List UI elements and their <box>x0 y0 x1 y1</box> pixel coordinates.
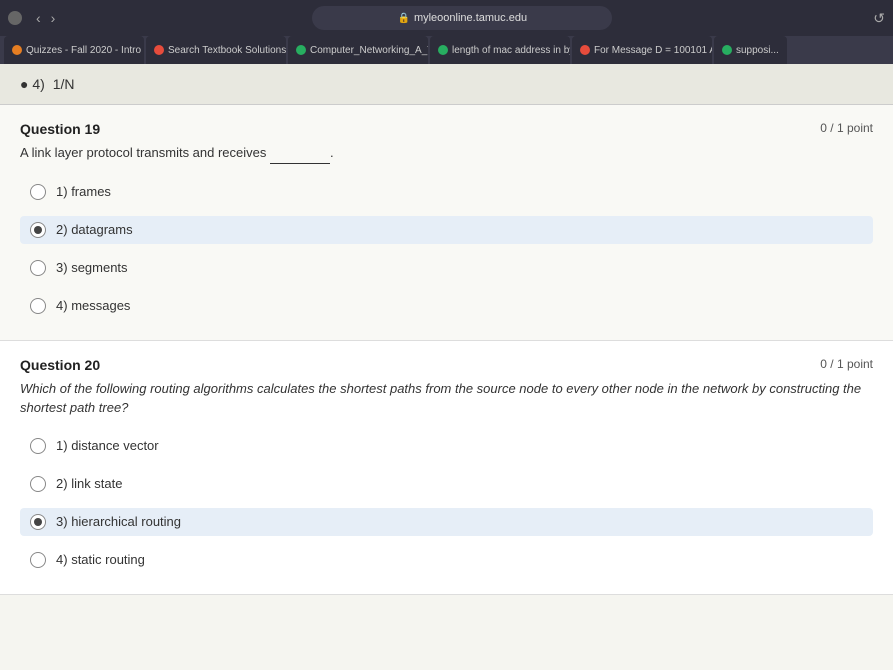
question-20-options: 1) distance vector 2) link state 3) hier… <box>20 432 873 574</box>
q20-radio-3-dot <box>34 518 42 526</box>
question-19-options: 1) frames 2) datagrams 3) segments 4) me… <box>20 178 873 320</box>
prev-answer-number: ● <box>20 76 32 92</box>
q20-option-1-label: 1) distance vector <box>56 438 159 453</box>
tabs-bar: Quizzes - Fall 2020 - Intro to C... Sear… <box>0 36 893 64</box>
tab-message-d[interactable]: For Message D = 100101 And G... <box>572 36 712 64</box>
tab-networking[interactable]: Computer_Networking_A_Top-... <box>288 36 428 64</box>
question-19-header: Question 19 0 / 1 point <box>20 121 873 137</box>
tab-icon-mac <box>438 45 448 55</box>
browser-bar: ‹ › 🔒 myleoonline.tamuc.edu ↺ <box>0 0 893 36</box>
q19-option-3[interactable]: 3) segments <box>20 254 873 282</box>
tab-search-textbook[interactable]: Search Textbook Solutions | Ch... <box>146 36 286 64</box>
q20-radio-4[interactable] <box>30 552 46 568</box>
previous-answer: ● 4) 1/N <box>0 64 893 105</box>
q20-option-3[interactable]: 3) hierarchical routing <box>20 508 873 536</box>
q19-radio-4[interactable] <box>30 298 46 314</box>
refresh-button[interactable]: ↺ <box>873 10 885 27</box>
q19-radio-2-dot <box>34 226 42 234</box>
nav-forward[interactable]: › <box>51 10 56 26</box>
nav-back[interactable]: ‹ <box>36 10 41 26</box>
q19-radio-2[interactable] <box>30 222 46 238</box>
q19-option-4[interactable]: 4) messages <box>20 292 873 320</box>
q20-radio-1[interactable] <box>30 438 46 454</box>
tab-icon-search <box>154 45 164 55</box>
question-20-text: Which of the following routing algorithm… <box>20 379 873 418</box>
q19-option-4-label: 4) messages <box>56 298 130 313</box>
tab-supposi[interactable]: supposi... <box>714 36 787 64</box>
question-20-header: Question 20 0 / 1 point <box>20 357 873 373</box>
content-area: ● 4) 1/N Question 19 0 / 1 point A link … <box>0 64 893 670</box>
prev-answer-number-label: 4) <box>32 76 44 92</box>
q19-option-3-label: 3) segments <box>56 260 128 275</box>
question-19-block: Question 19 0 / 1 point A link layer pro… <box>0 105 893 341</box>
q19-radio-3[interactable] <box>30 260 46 276</box>
tab-quizzes[interactable]: Quizzes - Fall 2020 - Intro to C... <box>4 36 144 64</box>
q19-option-1-label: 1) frames <box>56 184 111 199</box>
q20-option-3-label: 3) hierarchical routing <box>56 514 181 529</box>
q19-radio-1[interactable] <box>30 184 46 200</box>
window-btn-close <box>8 11 22 25</box>
q19-option-2[interactable]: 2) datagrams <box>20 216 873 244</box>
window-controls <box>8 11 22 25</box>
question-20-title: Question 20 <box>20 357 100 373</box>
lock-icon: 🔒 <box>398 13 410 24</box>
tab-mac-length[interactable]: length of mac address in bytes... <box>430 36 570 64</box>
q20-option-4-label: 4) static routing <box>56 552 145 567</box>
q20-option-4[interactable]: 4) static routing <box>20 546 873 574</box>
address-bar[interactable]: 🔒 myleoonline.tamuc.edu <box>312 6 612 30</box>
tab-icon-message <box>580 45 590 55</box>
blank-19 <box>270 143 330 164</box>
question-19-title: Question 19 <box>20 121 100 137</box>
q20-option-2[interactable]: 2) link state <box>20 470 873 498</box>
question-20-points: 0 / 1 point <box>820 357 873 371</box>
q20-option-2-label: 2) link state <box>56 476 123 491</box>
url-text: myleoonline.tamuc.edu <box>414 12 527 24</box>
prev-answer-value: 1/N <box>53 76 75 92</box>
q20-radio-3[interactable] <box>30 514 46 530</box>
q19-option-2-label: 2) datagrams <box>56 222 133 237</box>
q19-option-1[interactable]: 1) frames <box>20 178 873 206</box>
q20-option-1[interactable]: 1) distance vector <box>20 432 873 460</box>
tab-icon-supposi <box>722 45 732 55</box>
tab-icon-quizzes <box>12 45 22 55</box>
question-19-points: 0 / 1 point <box>820 121 873 135</box>
q20-radio-2[interactable] <box>30 476 46 492</box>
tab-icon-networking <box>296 45 306 55</box>
question-19-text: A link layer protocol transmits and rece… <box>20 143 873 164</box>
question-20-block: Question 20 0 / 1 point Which of the fol… <box>0 341 893 595</box>
